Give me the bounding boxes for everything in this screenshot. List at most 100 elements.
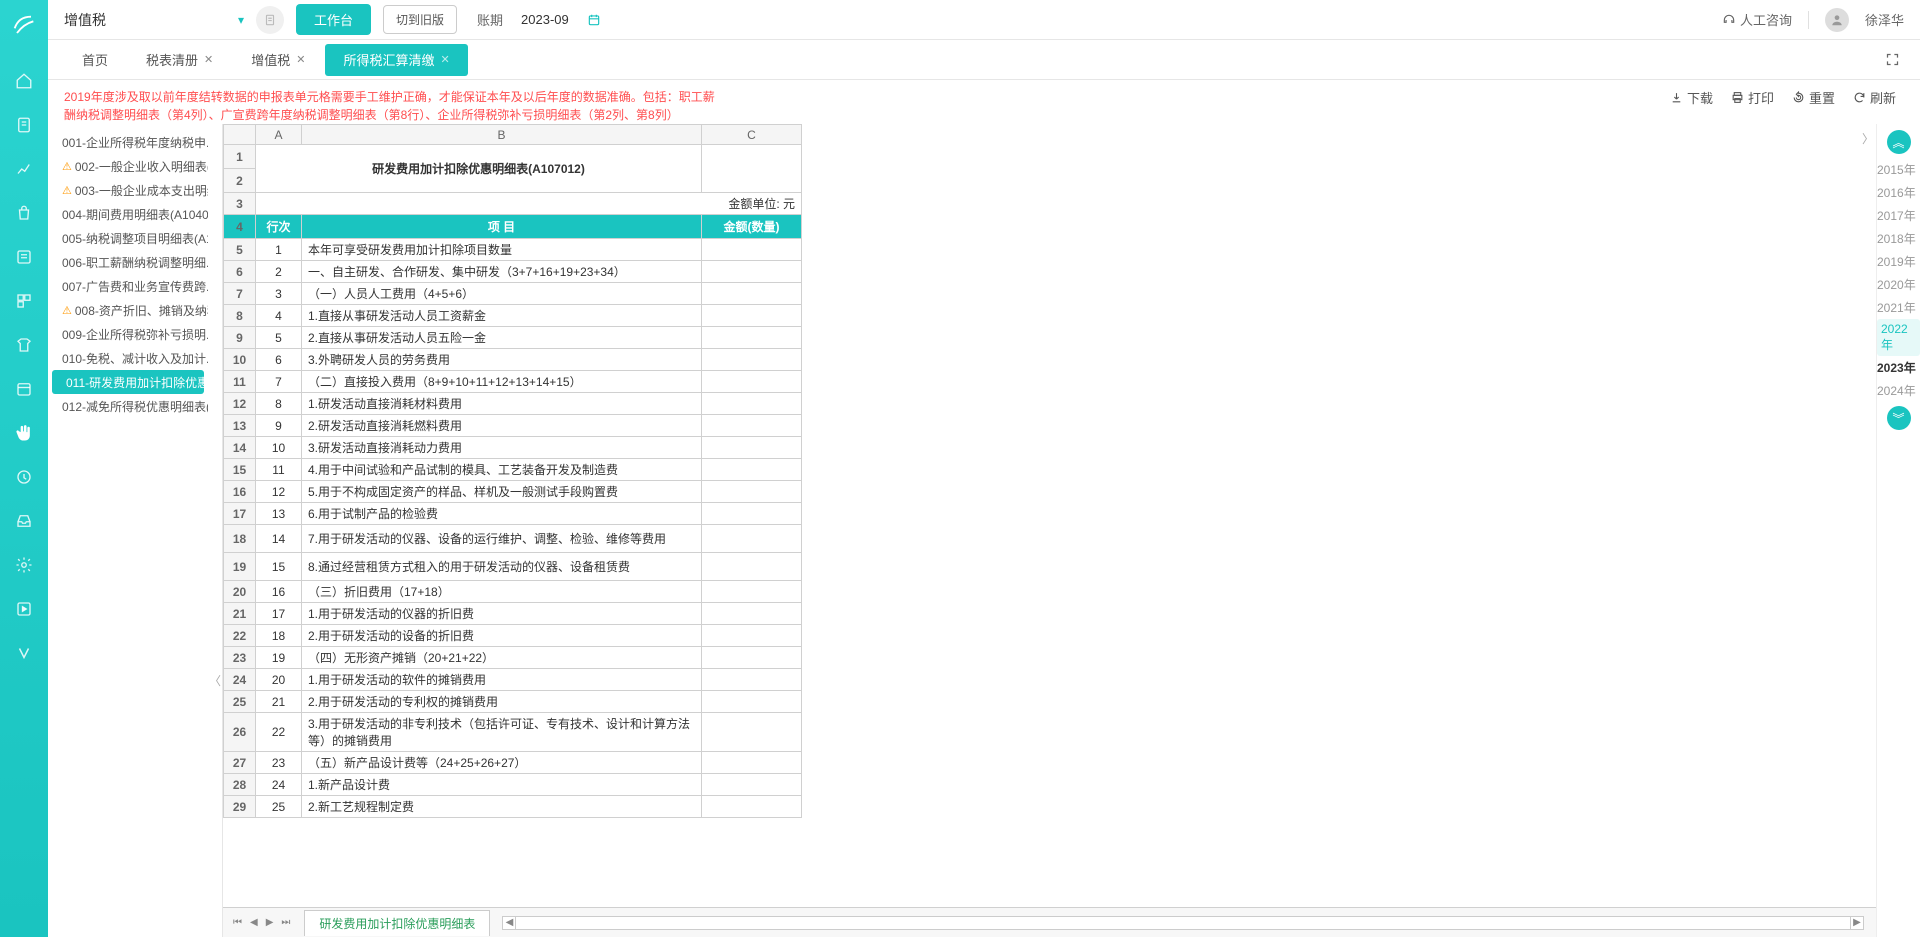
row-seq[interactable]: 15 <box>256 553 302 581</box>
row-seq[interactable]: 8 <box>256 393 302 415</box>
form-list-item[interactable]: 001-企业所得税年度纳税申... <box>48 130 208 154</box>
row-amount[interactable] <box>702 481 802 503</box>
refresh-button[interactable]: 刷新 <box>1853 88 1896 107</box>
row-seq[interactable]: 13 <box>256 503 302 525</box>
row-amount[interactable] <box>702 796 802 818</box>
nav-clock-icon[interactable] <box>13 466 35 488</box>
nav-v-icon[interactable] <box>13 642 35 664</box>
calendar-icon[interactable] <box>587 13 601 27</box>
row-amount[interactable] <box>702 713 802 752</box>
sheet-nav-next-icon[interactable]: ▶ <box>264 917 276 928</box>
row-seq[interactable]: 25 <box>256 796 302 818</box>
form-list-item[interactable]: 006-职工薪酬纳税调整明细... <box>48 250 208 274</box>
switch-old-button[interactable]: 切到旧版 <box>383 5 457 34</box>
nav-list-icon[interactable] <box>13 246 35 268</box>
row-amount[interactable] <box>702 625 802 647</box>
year-down-icon[interactable]: ︾ <box>1887 406 1911 430</box>
year-item[interactable]: 2024年 <box>1877 379 1920 402</box>
row-item[interactable]: （三）折旧费用（17+18） <box>302 581 702 603</box>
nav-grid-icon[interactable] <box>13 290 35 312</box>
row-seq[interactable]: 1 <box>256 239 302 261</box>
row-item[interactable]: （四）无形资产摊销（20+21+22） <box>302 647 702 669</box>
year-item[interactable]: 2022年 <box>1877 319 1920 356</box>
year-item[interactable]: 2018年 <box>1877 227 1920 250</box>
row-amount[interactable] <box>702 415 802 437</box>
year-item[interactable]: 2023年 <box>1877 356 1920 379</box>
expand-handle-icon[interactable]: 〉 <box>1862 130 1874 147</box>
form-list-item[interactable]: ⚠008-资产折旧、摊销及纳税... <box>48 298 208 322</box>
row-seq[interactable]: 5 <box>256 327 302 349</box>
nav-inbox-icon[interactable] <box>13 510 35 532</box>
row-seq[interactable]: 17 <box>256 603 302 625</box>
close-icon[interactable]: ✕ <box>296 53 305 66</box>
row-item[interactable]: 3.研发活动直接消耗动力费用 <box>302 437 702 459</box>
row-amount[interactable] <box>702 327 802 349</box>
nav-chart-icon[interactable] <box>13 158 35 180</box>
consult-link[interactable]: 人工咨询 <box>1722 10 1792 29</box>
sheet-grid[interactable]: ABC1研发费用加计扣除优惠明细表(A107012)23金额单位: 元4 行次 … <box>223 124 802 818</box>
row-item[interactable]: 5.用于不构成固定资产的样品、样机及一般测试手段购置费 <box>302 481 702 503</box>
avatar[interactable] <box>1825 8 1849 32</box>
row-seq[interactable]: 10 <box>256 437 302 459</box>
row-item[interactable]: 1.研发活动直接消耗材料费用 <box>302 393 702 415</box>
row-seq[interactable]: 4 <box>256 305 302 327</box>
row-item[interactable]: 1.直接从事研发活动人员工资薪金 <box>302 305 702 327</box>
row-amount[interactable] <box>702 503 802 525</box>
reset-button[interactable]: 重置 <box>1792 88 1835 107</box>
row-item[interactable]: 4.用于中间试验和产品试制的模具、工艺装备开发及制造费 <box>302 459 702 481</box>
row-item[interactable]: 1.用于研发活动的软件的摊销费用 <box>302 669 702 691</box>
form-list-item[interactable]: 005-纳税调整项目明细表(A1... <box>48 226 208 250</box>
row-item[interactable]: 2.研发活动直接消耗燃料费用 <box>302 415 702 437</box>
row-item[interactable]: 一、自主研发、合作研发、集中研发（3+7+16+19+23+34） <box>302 261 702 283</box>
row-amount[interactable] <box>702 691 802 713</box>
row-amount[interactable] <box>702 239 802 261</box>
tab-首页[interactable]: 首页 <box>64 44 126 76</box>
row-amount[interactable] <box>702 305 802 327</box>
row-seq[interactable]: 12 <box>256 481 302 503</box>
tab-所得税汇算清缴[interactable]: 所得税汇算清缴✕ <box>325 44 467 76</box>
row-item[interactable]: 2.用于研发活动的设备的折旧费 <box>302 625 702 647</box>
row-amount[interactable] <box>702 459 802 481</box>
row-amount[interactable] <box>702 371 802 393</box>
workspace-button[interactable]: 工作台 <box>296 4 371 35</box>
row-amount[interactable] <box>702 393 802 415</box>
row-item[interactable]: 1.用于研发活动的仪器的折旧费 <box>302 603 702 625</box>
nav-home-icon[interactable] <box>13 70 35 92</box>
year-up-icon[interactable]: ︽ <box>1887 130 1911 154</box>
row-item[interactable]: （二）直接投入费用（8+9+10+11+12+13+14+15） <box>302 371 702 393</box>
col-header[interactable]: C <box>702 125 802 145</box>
sheet-nav-prev-icon[interactable]: ◀ <box>248 917 260 928</box>
form-list-item[interactable]: 009-企业所得税弥补亏损明... <box>48 322 208 346</box>
tab-税表清册[interactable]: 税表清册✕ <box>128 44 231 76</box>
form-list-item[interactable]: 012-减免所得税优惠明细表(... <box>48 394 208 418</box>
year-item[interactable]: 2021年 <box>1877 296 1920 319</box>
row-item[interactable]: （五）新产品设计费等（24+25+26+27） <box>302 752 702 774</box>
row-amount[interactable] <box>702 349 802 371</box>
sheet-nav-last-icon[interactable]: ⏭ <box>279 917 292 928</box>
nav-play-icon[interactable] <box>13 598 35 620</box>
nav-hand-icon[interactable] <box>13 422 35 444</box>
row-seq[interactable]: 7 <box>256 371 302 393</box>
tab-增值税[interactable]: 增值税✕ <box>233 44 323 76</box>
row-seq[interactable]: 11 <box>256 459 302 481</box>
fullscreen-icon[interactable] <box>1880 48 1904 72</box>
row-seq[interactable]: 19 <box>256 647 302 669</box>
col-header[interactable]: A <box>256 125 302 145</box>
row-amount[interactable] <box>702 283 802 305</box>
row-item[interactable]: 7.用于研发活动的仪器、设备的运行维护、调整、检验、维修等费用 <box>302 525 702 553</box>
nav-calendar-icon[interactable] <box>13 378 35 400</box>
row-amount[interactable] <box>702 437 802 459</box>
row-seq[interactable]: 22 <box>256 713 302 752</box>
row-item[interactable]: 2.用于研发活动的专利权的摊销费用 <box>302 691 702 713</box>
form-list-item[interactable]: ⚠003-一般企业成本支出明细... <box>48 178 208 202</box>
row-seq[interactable]: 2 <box>256 261 302 283</box>
year-item[interactable]: 2017年 <box>1877 204 1920 227</box>
print-button[interactable]: 打印 <box>1731 88 1774 107</box>
year-item[interactable]: 2016年 <box>1877 181 1920 204</box>
row-item[interactable]: 2.新工艺规程制定费 <box>302 796 702 818</box>
row-amount[interactable] <box>702 261 802 283</box>
download-button[interactable]: 下载 <box>1670 88 1713 107</box>
row-amount[interactable] <box>702 774 802 796</box>
row-item[interactable]: 1.新产品设计费 <box>302 774 702 796</box>
form-list-item[interactable]: 010-免税、减计收入及加计... <box>48 346 208 370</box>
